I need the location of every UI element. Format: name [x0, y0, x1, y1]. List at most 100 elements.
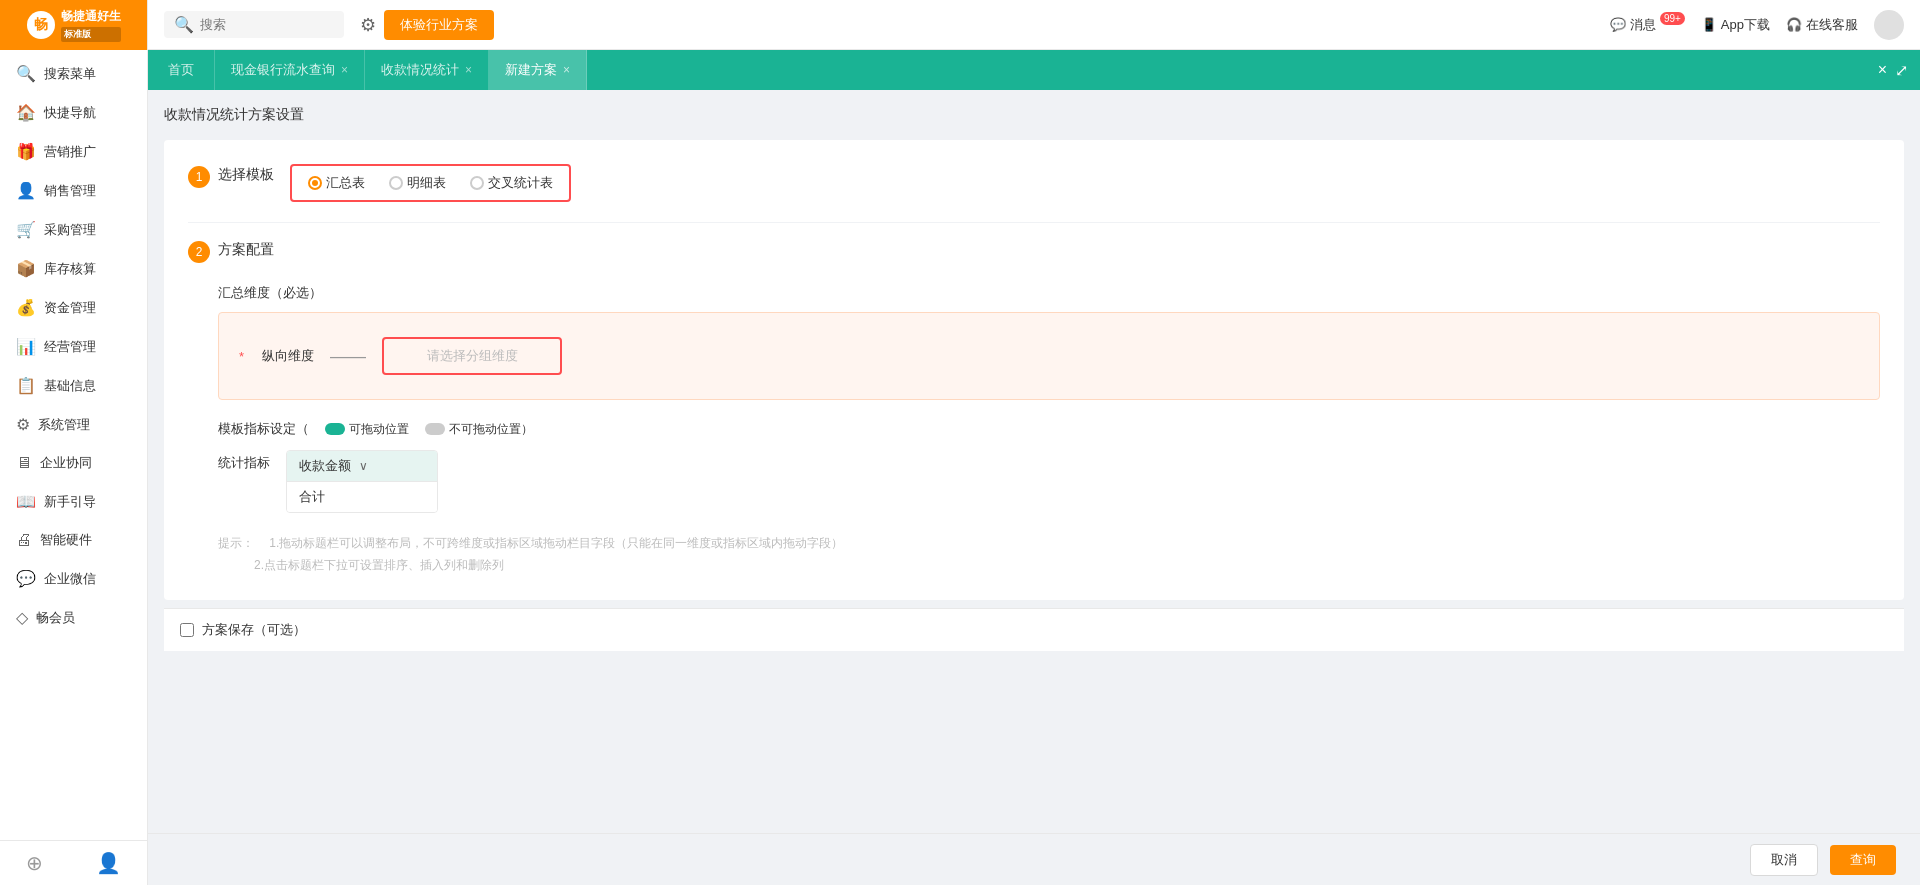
- sidebar-item-system[interactable]: ⚙ 系统管理: [0, 405, 147, 444]
- sidebar-item-enterprise[interactable]: 🖥 企业协同: [0, 444, 147, 482]
- footer-bar: 取消 查询: [148, 833, 1920, 885]
- radio-cross[interactable]: 交叉统计表: [470, 174, 553, 192]
- tab-expand-icon[interactable]: ⤢: [1895, 61, 1908, 80]
- metrics-table-area: 统计指标 收款金额 ∨ 合计: [218, 450, 1880, 513]
- sidebar-item-operations[interactable]: 📊 经营管理: [0, 327, 147, 366]
- sidebar-nav: 🔍 搜索菜单 🏠 快捷导航 🎁 营销推广 👤 销售管理 🛒 采购管理 📦: [0, 50, 147, 840]
- non-draggable-dot: [425, 423, 445, 435]
- tab-home[interactable]: 首页: [148, 50, 215, 90]
- radio-detail[interactable]: 明细表: [389, 174, 446, 192]
- tab-bank-flow-close[interactable]: ×: [341, 63, 348, 77]
- industry-btn[interactable]: 体验行业方案: [384, 10, 494, 40]
- topbar-center: ⚙ 体验行业方案: [360, 10, 1594, 40]
- draggable-dot: [325, 423, 345, 435]
- section2-label: 方案配置: [218, 241, 274, 259]
- sidebar-item-finance[interactable]: 💰 资金管理: [0, 288, 147, 327]
- cancel-button[interactable]: 取消: [1750, 844, 1818, 876]
- sidebar-footer-icon-right[interactable]: 👤: [96, 851, 121, 875]
- tips-section: 提示： 1.拖动标题栏可以调整布局，不可跨维度或指标区域拖动栏目字段（只能在同一…: [218, 533, 1880, 576]
- metrics-table: 收款金额 ∨ 合计: [286, 450, 438, 513]
- save-label: 方案保存（可选）: [202, 621, 306, 639]
- topbar-search-box[interactable]: 🔍: [164, 11, 344, 38]
- stats-label: 统计指标: [218, 450, 270, 513]
- main-area: 🔍 ⚙ 体验行业方案 💬 消息 99+ 📱 App下载 🎧: [148, 0, 1920, 885]
- sidebar-item-inventory[interactable]: 📦 库存核算: [0, 249, 147, 288]
- sidebar-item-search-menu[interactable]: 🔍 搜索菜单: [0, 54, 147, 93]
- dim-arrow-icon: ——: [330, 346, 366, 367]
- radio-summary[interactable]: 汇总表: [308, 174, 365, 192]
- dim-select-box[interactable]: 请选择分组维度: [382, 337, 562, 375]
- metrics-table-header[interactable]: 收款金额 ∨: [287, 451, 437, 482]
- purchase-icon: 🛒: [16, 220, 36, 239]
- tab-bank-flow[interactable]: 现金银行流水查询 ×: [215, 50, 365, 90]
- dimension-area: * 纵向维度 —— 请选择分组维度: [218, 312, 1880, 400]
- sidebar-item-basic-info[interactable]: 📋 基础信息: [0, 366, 147, 405]
- sidebar-footer: ⊕ 👤: [0, 840, 147, 885]
- tab-receipts-stat-close[interactable]: ×: [465, 63, 472, 77]
- system-icon: ⚙: [16, 415, 30, 434]
- sidebar-item-quick-nav[interactable]: 🏠 快捷导航: [0, 93, 147, 132]
- search-icon: 🔍: [174, 15, 194, 34]
- settings-card: 1 选择模板 汇总表 明细表 交叉统计表: [164, 140, 1904, 600]
- message-icon: 💬: [1610, 17, 1626, 32]
- user-avatar[interactable]: [1874, 10, 1904, 40]
- save-checkbox[interactable]: [180, 623, 194, 637]
- online-service-icon: 🎧: [1786, 17, 1802, 32]
- page-title: 收款情况统计方案设置: [164, 106, 1904, 124]
- quick-nav-icon: 🏠: [16, 103, 36, 122]
- metrics-label: 模板指标设定（: [218, 420, 309, 438]
- draggable-badge: 可拖动位置: [325, 421, 409, 438]
- section2-content: 汇总维度（必选） * 纵向维度 —— 请选择分组维度 模板指标设定（: [218, 283, 1880, 576]
- radio-summary-circle: [308, 176, 322, 190]
- sidebar-item-hardware[interactable]: 🖨 智能硬件: [0, 521, 147, 559]
- tab-new-plan[interactable]: 新建方案 ×: [489, 50, 587, 90]
- metrics-table-row: 合计: [287, 482, 437, 512]
- content-area: 收款情况统计方案设置 1 选择模板 汇总表 明细表: [148, 90, 1920, 833]
- sidebar-item-wechat[interactable]: 💬 企业微信: [0, 559, 147, 598]
- marketing-icon: 🎁: [16, 142, 36, 161]
- message-item[interactable]: 💬 消息 99+: [1610, 16, 1685, 34]
- online-service-item[interactable]: 🎧 在线客服: [1786, 16, 1858, 34]
- sales-icon: 👤: [16, 181, 36, 200]
- tab-new-plan-close[interactable]: ×: [563, 63, 570, 77]
- tip-text-2: 2.点击标题栏下拉可设置排序、插入列和删除列: [218, 555, 1880, 577]
- summary-dim-label-row: 汇总维度（必选）: [218, 283, 1880, 302]
- tip-prefix: 提示：: [218, 536, 266, 550]
- logo-icon: 畅: [27, 11, 55, 39]
- metrics-hint-row: 模板指标设定（ 可拖动位置 不可拖动位置）: [218, 420, 1880, 438]
- sidebar-item-marketing[interactable]: 🎁 营销推广: [0, 132, 147, 171]
- topbar-right: 💬 消息 99+ 📱 App下载 🎧 在线客服: [1610, 10, 1904, 40]
- sidebar-item-sales[interactable]: 👤 销售管理: [0, 171, 147, 210]
- sidebar-item-member[interactable]: ◇ 畅会员: [0, 598, 147, 637]
- search-input[interactable]: [200, 17, 330, 32]
- search-menu-icon: 🔍: [16, 64, 36, 83]
- vertical-dim-label: 纵向维度: [262, 347, 314, 365]
- section1-num: 1: [188, 166, 210, 188]
- basic-info-icon: 📋: [16, 376, 36, 395]
- template-options: 汇总表 明细表 交叉统计表: [290, 164, 571, 202]
- member-icon: ◇: [16, 608, 28, 627]
- app-download-item[interactable]: 📱 App下载: [1701, 16, 1770, 34]
- inventory-icon: 📦: [16, 259, 36, 278]
- summary-dim-label: 汇总维度（必选）: [218, 285, 322, 300]
- tab-receipts-stat[interactable]: 收款情况统计 ×: [365, 50, 489, 90]
- finance-icon: 💰: [16, 298, 36, 317]
- tip-text-1: 提示： 1.拖动标题栏可以调整布局，不可跨维度或指标区域拖动栏目字段（只能在同一…: [218, 533, 1880, 555]
- sidebar-footer-icon-left[interactable]: ⊕: [26, 851, 43, 875]
- newbie-icon: 📖: [16, 492, 36, 511]
- tab-minimize-icon[interactable]: ×: [1878, 61, 1887, 79]
- bottom-save-section: 方案保存（可选）: [164, 608, 1904, 651]
- metrics-section: 模板指标设定（ 可拖动位置 不可拖动位置） 统计指标: [218, 420, 1880, 513]
- sidebar-item-newbie[interactable]: 📖 新手引导: [0, 482, 147, 521]
- operations-icon: 📊: [16, 337, 36, 356]
- sidebar-item-purchase[interactable]: 🛒 采购管理: [0, 210, 147, 249]
- section1-row: 1 选择模板 汇总表 明细表 交叉统计表: [188, 164, 1880, 202]
- app-download-icon: 📱: [1701, 17, 1717, 32]
- hardware-icon: 🖨: [16, 531, 32, 549]
- logo-text: 畅捷通好生 标准版: [61, 8, 121, 42]
- settings-icon[interactable]: ⚙: [360, 14, 376, 36]
- query-button[interactable]: 查询: [1830, 845, 1896, 875]
- radio-detail-circle: [389, 176, 403, 190]
- metrics-chevron-icon: ∨: [359, 459, 368, 473]
- radio-cross-circle: [470, 176, 484, 190]
